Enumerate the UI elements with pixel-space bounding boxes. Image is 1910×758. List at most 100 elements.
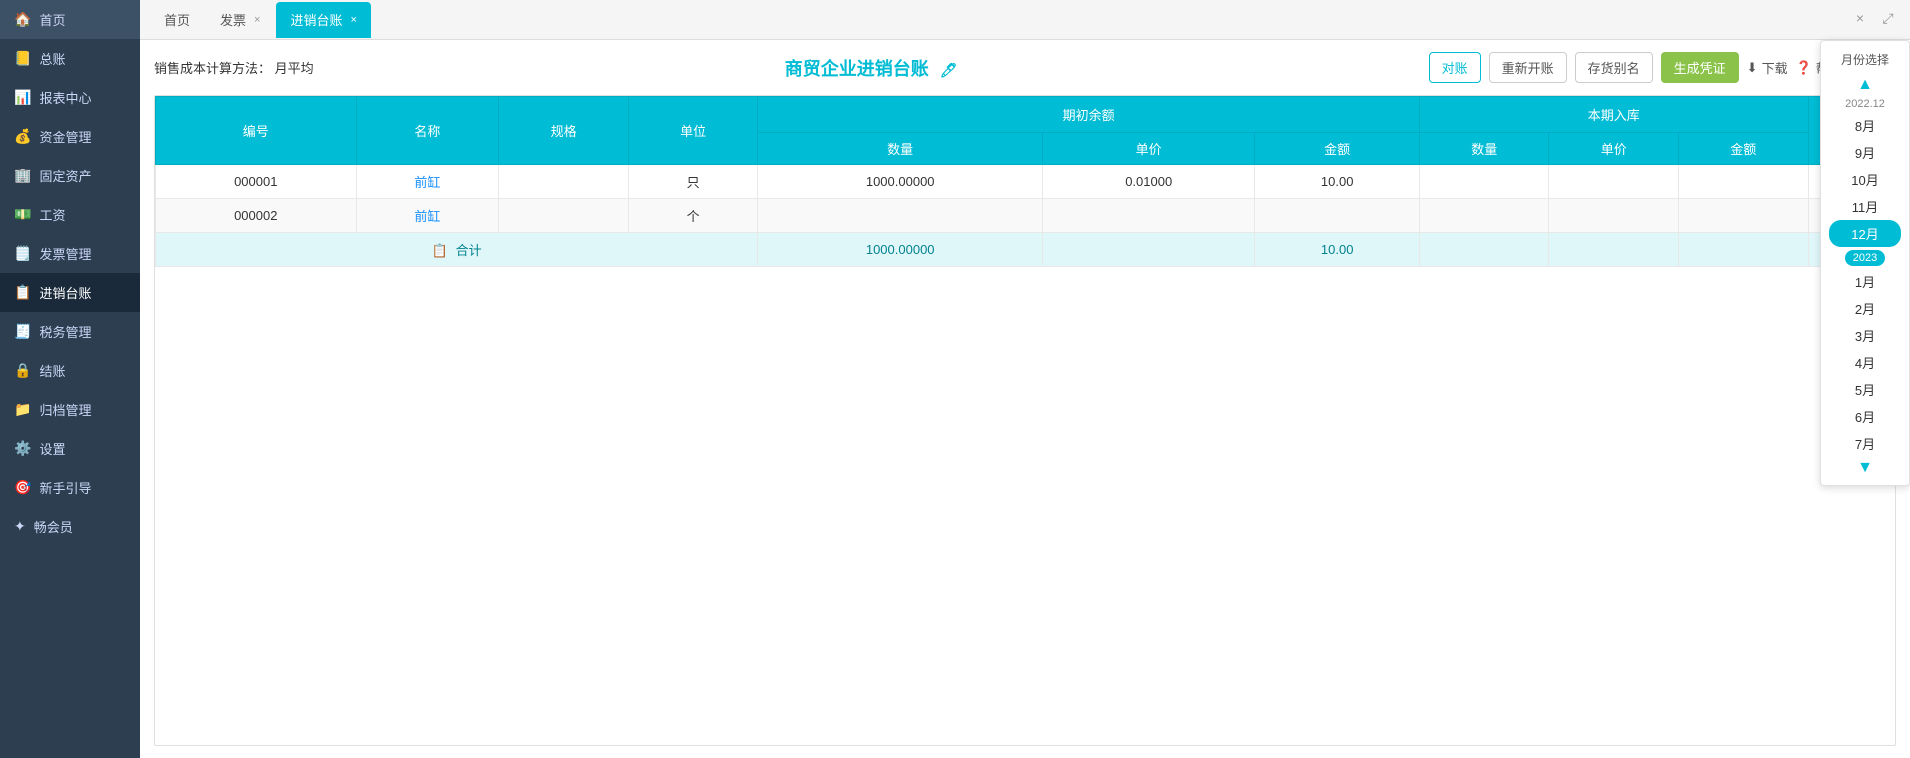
table-row: 000002 前缸 个 (156, 199, 1895, 233)
sidebar-item-close[interactable]: 🔒 结账 (0, 351, 140, 390)
sidebar-item-funds[interactable]: 💰 资金管理 (0, 117, 140, 156)
sidebar-item-settings[interactable]: ⚙️ 设置 (0, 429, 140, 468)
invoice-mgmt-icon: 🗒️ (14, 245, 31, 262)
total-opening-price (1042, 233, 1255, 267)
sidebar-item-label: 税务管理 (39, 322, 91, 341)
cell-in-amount (1679, 165, 1809, 199)
sidebar-item-archive[interactable]: 📁 归档管理 (0, 390, 140, 429)
row1-name-link[interactable]: 前缸 (414, 175, 440, 190)
tab-home[interactable]: 首页 (150, 2, 204, 38)
month-4[interactable]: 4月 (1821, 349, 1909, 376)
cell-opening-price2 (1042, 199, 1255, 233)
month-3[interactable]: 3月 (1821, 322, 1909, 349)
total-in-amount (1679, 233, 1809, 267)
month-2[interactable]: 2月 (1821, 295, 1909, 322)
month-6[interactable]: 6月 (1821, 403, 1909, 430)
month-5[interactable]: 5月 (1821, 376, 1909, 403)
month-12[interactable]: 12月 (1829, 220, 1901, 247)
tab-invoice-close[interactable]: × (254, 14, 260, 26)
reconcile-button[interactable]: 对账 (1429, 52, 1481, 83)
sidebar-item-label: 新手引导 (39, 478, 91, 497)
cell-opening-price: 0.01000 (1042, 165, 1255, 199)
sidebar-item-label: 报表中心 (39, 88, 91, 107)
month-7[interactable]: 7月 (1821, 430, 1909, 457)
month-8[interactable]: 8月 (1821, 112, 1909, 139)
sidebar-item-label: 工资 (39, 205, 65, 224)
tab-purchase-sales[interactable]: 进销台账 × (276, 2, 370, 38)
sidebar-item-label: 总账 (39, 49, 65, 68)
sidebar-item-label: 首页 (39, 10, 65, 29)
total-row: 📋 合计 1000.00000 10.00 (156, 233, 1895, 267)
close-book-icon: 🔒 (14, 362, 31, 379)
month-nav-up: ▲ (1821, 74, 1909, 96)
help-icon: ❓ (1796, 60, 1812, 76)
sidebar-item-salary[interactable]: 💵 工资 (0, 195, 140, 234)
member-icon: ✦ (14, 518, 26, 535)
window-controls: × ⤢ (1850, 8, 1898, 28)
funds-icon: 💰 (14, 128, 31, 145)
col-spec: 规格 (499, 97, 629, 165)
month-panel-title: 月份选择 (1821, 47, 1909, 74)
generate-voucher-button[interactable]: 生成凭证 (1661, 52, 1739, 83)
table-container: 编号 名称 规格 单位 期初余额 本期入库 数 数量 单价 金额 数量 单价 (154, 95, 1896, 746)
sidebar-item-invoice-mgmt[interactable]: 🗒️ 发票管理 (0, 234, 140, 273)
tab-bar: 首页 发票 × 进销台账 × (140, 0, 1910, 40)
cell-code: 000001 (156, 165, 357, 199)
row2-name-link[interactable]: 前缸 (414, 209, 440, 224)
month-9[interactable]: 9月 (1821, 139, 1909, 166)
year-2022-label: 2022.12 (1821, 96, 1909, 112)
sidebar-item-home[interactable]: 🏠 首页 (0, 0, 140, 39)
close-window-button[interactable]: × (1850, 8, 1870, 28)
cell-unit: 只 (628, 165, 758, 199)
sidebar-item-fixed-assets[interactable]: 🏢 固定资产 (0, 156, 140, 195)
reopen-button[interactable]: 重新开账 (1489, 52, 1567, 83)
total-in-price (1549, 233, 1679, 267)
home-icon: 🏠 (14, 11, 31, 28)
download-button[interactable]: ⬇ 下载 (1747, 58, 1788, 77)
cell-code: 000002 (156, 199, 357, 233)
month-10[interactable]: 10月 (1821, 166, 1909, 193)
sidebar-item-guide[interactable]: 🎯 新手引导 (0, 468, 140, 507)
cell-in-amount2 (1679, 199, 1809, 233)
edit-title-icon[interactable]: 🖊 (940, 62, 958, 78)
col-in-qty: 数量 (1419, 133, 1549, 165)
sidebar-item-label: 资金管理 (39, 127, 91, 146)
maximize-window-button[interactable]: ⤢ (1878, 8, 1898, 28)
settings-icon: ⚙️ (14, 440, 31, 457)
save-alias-button[interactable]: 存货别名 (1575, 52, 1653, 83)
sidebar-item-tax-mgmt[interactable]: 🧾 税务管理 (0, 312, 140, 351)
table-header-main: 编号 名称 规格 单位 期初余额 本期入库 数 (156, 97, 1895, 133)
sidebar: 🏠 首页 📒 总账 📊 报表中心 💰 资金管理 🏢 固定资产 💵 工资 🗒️ 发… (0, 0, 140, 758)
sidebar-item-member[interactable]: ✦ 畅会员 (0, 507, 140, 546)
cell-in-price2 (1549, 199, 1679, 233)
sidebar-item-label: 进销台账 (39, 283, 91, 302)
tab-purchase-sales-label: 进销台账 (290, 10, 342, 29)
month-nav-up-button[interactable]: ▲ (1853, 76, 1877, 94)
col-opening-qty: 数量 (758, 133, 1043, 165)
sidebar-item-purchase-sales[interactable]: 📋 进销台账 (0, 273, 140, 312)
year-2023-tag: 2023 (1845, 250, 1885, 266)
archive-icon: 📁 (14, 401, 31, 418)
month-nav-down: ▼ (1821, 457, 1909, 479)
total-opening-qty: 1000.00000 (758, 233, 1043, 267)
download-icon: ⬇ (1747, 60, 1758, 76)
purchase-sales-icon: 📋 (14, 284, 31, 301)
tab-home-label: 首页 (164, 10, 190, 29)
sidebar-item-ledger[interactable]: 📒 总账 (0, 39, 140, 78)
cost-method-label: 销售成本计算方法： (154, 61, 271, 76)
tab-invoice[interactable]: 发票 × (206, 2, 274, 38)
tab-purchase-sales-close[interactable]: × (350, 14, 356, 26)
col-period-in: 本期入库 (1419, 97, 1808, 133)
col-name: 名称 (356, 97, 499, 165)
total-icon: 📋 (432, 243, 448, 258)
cell-spec (499, 199, 629, 233)
cell-name: 前缸 (356, 199, 499, 233)
sidebar-item-reports[interactable]: 📊 报表中心 (0, 78, 140, 117)
month-nav-down-button[interactable]: ▼ (1853, 459, 1877, 477)
month-11[interactable]: 11月 (1821, 193, 1909, 220)
tax-mgmt-icon: 🧾 (14, 323, 31, 340)
cell-opening-qty2 (758, 199, 1043, 233)
month-1[interactable]: 1月 (1821, 268, 1909, 295)
col-code: 编号 (156, 97, 357, 165)
cell-name: 前缸 (356, 165, 499, 199)
